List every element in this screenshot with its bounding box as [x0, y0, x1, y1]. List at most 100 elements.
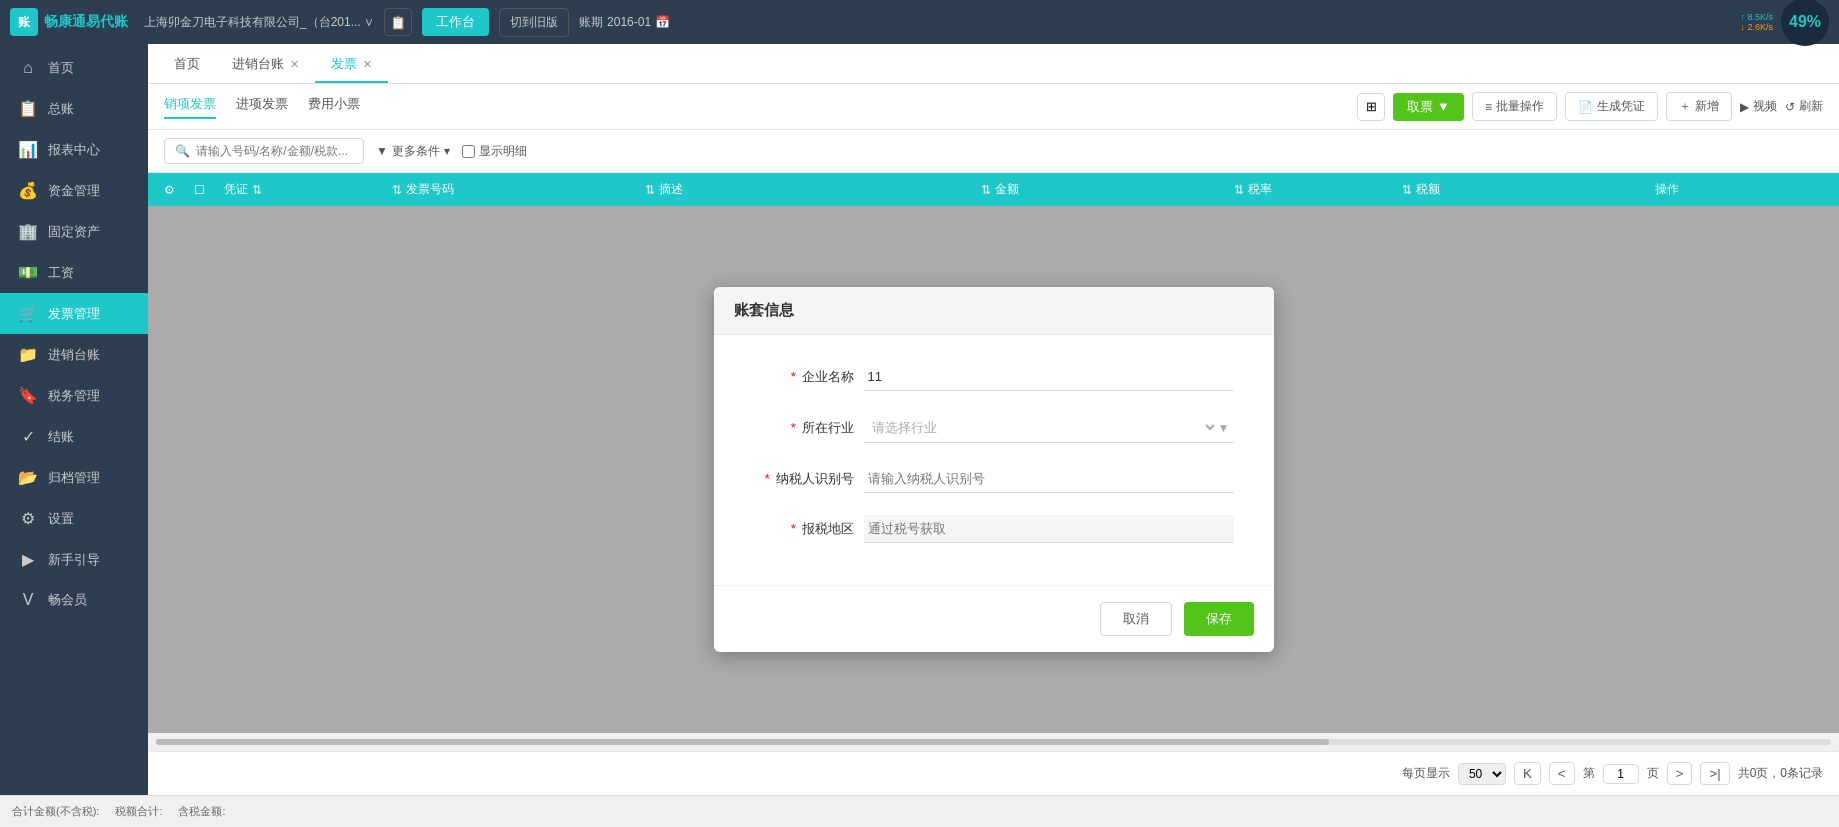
- tabbar: 首页 进销台账 ✕ 发票 ✕: [148, 44, 1839, 84]
- tax-region-input: [864, 515, 1234, 543]
- tab-invoice[interactable]: 发票 ✕: [315, 47, 388, 83]
- sidebar-item-label: 税务管理: [48, 387, 100, 405]
- sidebar-item-settings[interactable]: ⚙ 设置: [0, 498, 148, 539]
- sidebar-item-sales[interactable]: 📁 进销台账: [0, 334, 148, 375]
- show-detail-check[interactable]: [462, 145, 475, 158]
- sidebar-item-label: 工资: [48, 264, 74, 282]
- industry-select[interactable]: 请选择行业: [868, 419, 1218, 436]
- dialog-title: 账套信息: [714, 287, 1274, 335]
- speed-dn: ↓ 2.6K/s: [1740, 22, 1773, 32]
- table-header: ⚙ ☐ 凭证 ⇅ ⇅ 发票号码 ⇅ 摘述 ⇅ 金额 ⇅ 税率: [148, 173, 1839, 206]
- search-wrapper[interactable]: 🔍: [164, 138, 364, 164]
- th-checkbox[interactable]: ☐: [194, 183, 224, 197]
- prev-page-button[interactable]: <: [1549, 762, 1575, 785]
- archive-icon: 📂: [18, 468, 38, 487]
- tab-sales[interactable]: 进销台账 ✕: [216, 47, 315, 83]
- scroll-thumb[interactable]: [156, 739, 1329, 745]
- sidebar-item-label: 新手引导: [48, 551, 100, 569]
- per-page-select[interactable]: 50: [1458, 763, 1506, 785]
- speed-gauge: 49%: [1781, 0, 1829, 46]
- tab-invoice-label: 发票: [331, 55, 357, 73]
- company-icon-btn[interactable]: 📋: [384, 8, 412, 36]
- sales-icon: 📁: [18, 345, 38, 364]
- tab-sales-close[interactable]: ✕: [290, 58, 299, 71]
- subnav-item-purchase-invoice[interactable]: 进项发票: [236, 95, 288, 119]
- sidebar-item-home[interactable]: ⌂ 首页: [0, 48, 148, 88]
- th-actions: 操作: [1655, 181, 1823, 198]
- reports-icon: 📊: [18, 140, 38, 159]
- grid-view-button[interactable]: ⊞: [1357, 93, 1385, 121]
- guide-icon: ▶: [18, 550, 38, 569]
- sidebar-item-archive[interactable]: 📂 归档管理: [0, 457, 148, 498]
- th-tax-amount: ⇅ 税额: [1402, 181, 1654, 198]
- scroll-track: [156, 739, 1831, 745]
- sidebar-item-label: 资金管理: [48, 182, 100, 200]
- pagination: 每页显示 50 K < 第 页 > >| 共0页，0条记录: [148, 751, 1839, 795]
- invoice-icon: 🛒: [18, 304, 38, 323]
- subnav-item-expense[interactable]: 费用小票: [308, 95, 360, 119]
- page-body: 账套信息 * 企业名称 *: [148, 206, 1839, 733]
- subnav-item-sales-invoice[interactable]: 销项发票: [164, 95, 216, 119]
- tab-home[interactable]: 首页: [158, 47, 216, 83]
- subnav-actions: ⊞ 取票 ▼ ≡ 批量操作 📄 生成凭证 ＋ 新增 ▶: [1357, 92, 1823, 121]
- company-name-label: * 企业名称: [754, 368, 864, 386]
- dialog-body: * 企业名称 * 所在行业: [714, 335, 1274, 585]
- sidebar-item-assets[interactable]: 🏢 固定资产: [0, 211, 148, 252]
- show-detail-checkbox[interactable]: 显示明细: [462, 143, 527, 160]
- batch-op-button[interactable]: ≡ 批量操作: [1472, 92, 1557, 121]
- search-icon: 🔍: [175, 144, 190, 158]
- add-new-button[interactable]: ＋ 新增: [1666, 92, 1732, 121]
- sidebar-item-funds[interactable]: 💰 资金管理: [0, 170, 148, 211]
- logo-icon: 账: [10, 8, 38, 36]
- close-acct-icon: ✓: [18, 427, 38, 446]
- cancel-button[interactable]: 取消: [1100, 602, 1172, 636]
- sidebar-item-label: 报表中心: [48, 141, 100, 159]
- content-area: 首页 进销台账 ✕ 发票 ✕ 销项发票 进项发票 费用小票 ⊞ 取票 ▼: [148, 44, 1839, 795]
- more-conditions-button[interactable]: ▼ 更多条件 ▾: [376, 143, 450, 160]
- sidebar-item-reports[interactable]: 📊 报表中心: [0, 129, 148, 170]
- company-name-input[interactable]: [864, 363, 1234, 391]
- search-input[interactable]: [196, 144, 353, 158]
- next-page-button[interactable]: >: [1667, 762, 1693, 785]
- sidebar-item-tax[interactable]: 🔖 税务管理: [0, 375, 148, 416]
- tax-region-row: * 报税地区: [754, 515, 1234, 543]
- th-voucher: 凭证 ⇅: [224, 181, 392, 198]
- page-suffix: 页: [1647, 765, 1659, 782]
- horizontal-scrollbar[interactable]: [148, 733, 1839, 751]
- industry-select-wrap[interactable]: 请选择行业 ▼: [864, 413, 1234, 443]
- sidebar-item-ledger[interactable]: 📋 总账: [0, 88, 148, 129]
- first-page-button[interactable]: K: [1514, 762, 1541, 785]
- page-input[interactable]: [1603, 764, 1639, 784]
- vip-icon: V: [18, 591, 38, 609]
- video-button[interactable]: ▶ 视频: [1740, 98, 1777, 115]
- company-selector[interactable]: 上海卯金刀电子科技有限公司_（台201... ∨: [144, 14, 374, 31]
- gen-voucher-button[interactable]: 📄 生成凭证: [1565, 92, 1658, 121]
- refresh-button[interactable]: ↺ 刷新: [1785, 98, 1823, 115]
- save-button[interactable]: 保存: [1184, 602, 1254, 636]
- app-logo: 账 畅康通易代账: [10, 8, 128, 36]
- sidebar-item-vip[interactable]: V 畅会员: [0, 580, 148, 620]
- app-name: 畅康通易代账: [44, 13, 128, 31]
- ledger-icon: 📋: [18, 99, 38, 118]
- tab-invoice-close[interactable]: ✕: [363, 58, 372, 71]
- sidebar-item-salary[interactable]: 💵 工资: [0, 252, 148, 293]
- th-abstract: ⇅ 摘述: [645, 181, 982, 198]
- workbench-button[interactable]: 工作台: [422, 8, 489, 36]
- funds-icon: 💰: [18, 181, 38, 200]
- settings-icon: ⚙: [18, 509, 38, 528]
- last-page-button[interactable]: >|: [1700, 762, 1729, 785]
- tax-total-label: 税额合计:: [115, 804, 162, 819]
- sidebar: ⌂ 首页 📋 总账 📊 报表中心 💰 资金管理 🏢 固定资产 💵 工资 🛒 发票…: [0, 44, 148, 795]
- sidebar-item-label: 结账: [48, 428, 74, 446]
- sidebar-item-guide[interactable]: ▶ 新手引导: [0, 539, 148, 580]
- sidebar-item-close[interactable]: ✓ 结账: [0, 416, 148, 457]
- tax-id-label: * 纳税人识别号: [754, 470, 864, 488]
- speed-info: ↑ 8.5K/s ↓ 2.6K/s: [1740, 12, 1773, 32]
- salary-icon: 💵: [18, 263, 38, 282]
- bottombar: 合计金额(不含税): 税额合计: 含税金额:: [0, 795, 1839, 827]
- company-name-row: * 企业名称: [754, 363, 1234, 391]
- take-ticket-button[interactable]: 取票 ▼: [1393, 93, 1464, 121]
- sidebar-item-invoice[interactable]: 🛒 发票管理: [0, 293, 148, 334]
- tax-id-input[interactable]: [864, 465, 1234, 493]
- old-version-button[interactable]: 切到旧版: [499, 8, 569, 37]
